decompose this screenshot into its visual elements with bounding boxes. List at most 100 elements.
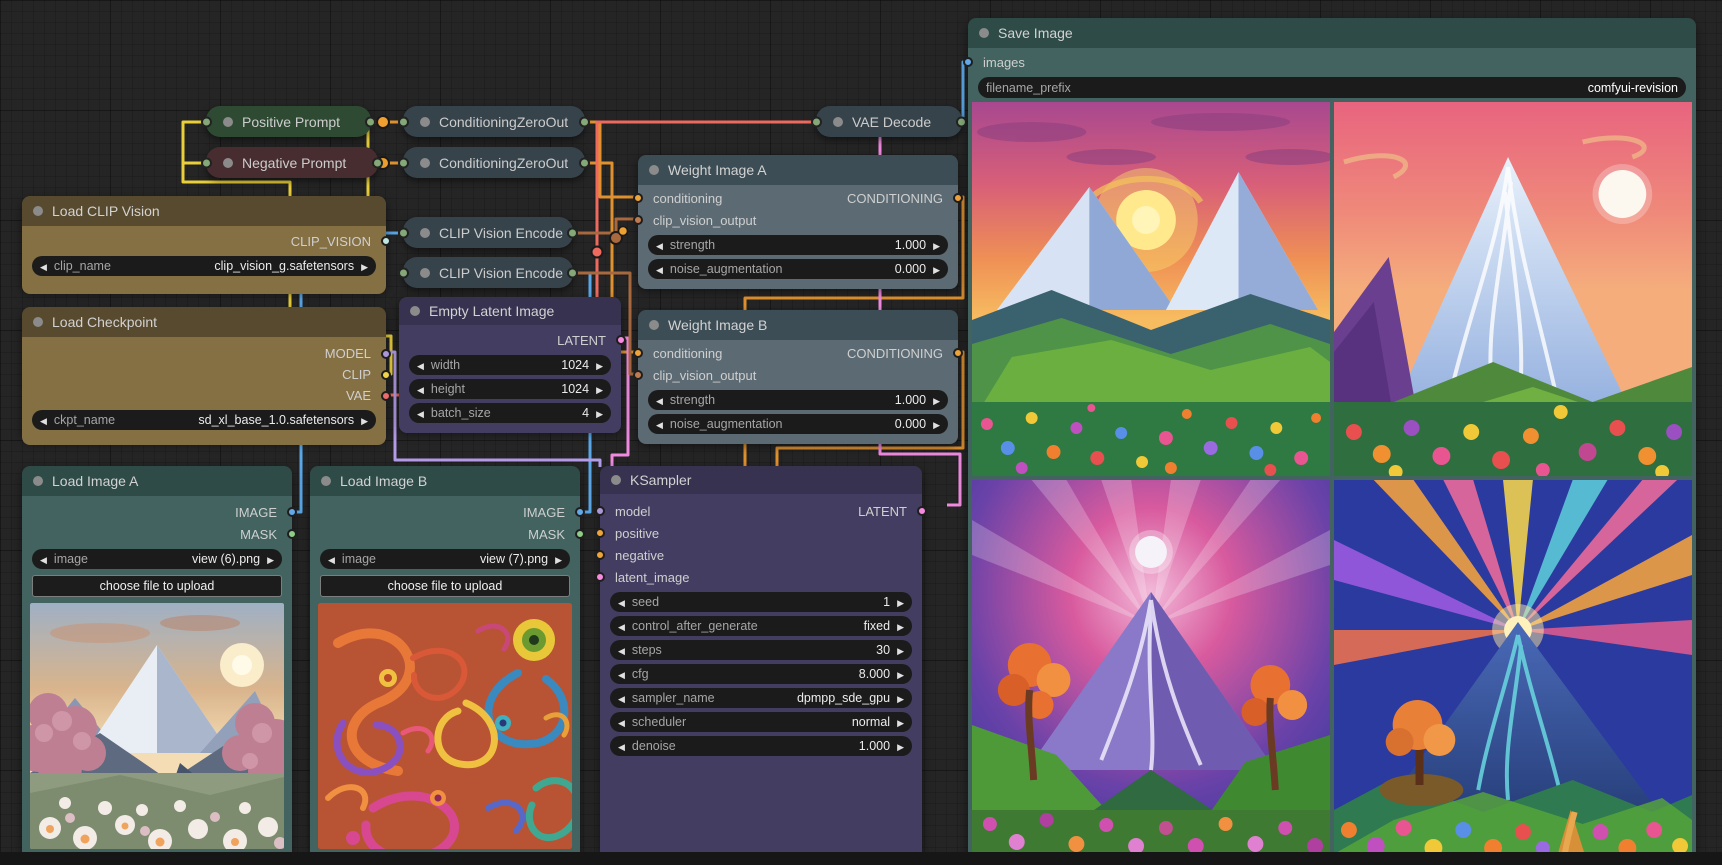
strength-stepper[interactable]: strength 1.000 bbox=[648, 390, 948, 410]
node-header[interactable]: Load CLIP Vision bbox=[22, 196, 386, 226]
node-negative-prompt[interactable]: Negative Prompt bbox=[206, 147, 378, 178]
collapse-dot[interactable] bbox=[649, 165, 659, 175]
node-clip-vision-encode-1[interactable]: CLIP Vision Encode bbox=[403, 217, 573, 248]
increment-arrow-icon[interactable] bbox=[933, 238, 940, 252]
node-positive-prompt[interactable]: Positive Prompt bbox=[206, 106, 371, 137]
increment-arrow-icon[interactable] bbox=[897, 643, 904, 657]
generated-image-3[interactable] bbox=[972, 480, 1330, 854]
increment-arrow-icon[interactable] bbox=[897, 595, 904, 609]
collapse-dot[interactable] bbox=[420, 117, 430, 127]
image-file-combo[interactable]: image view (7).png bbox=[320, 549, 570, 569]
width-stepper[interactable]: width 1024 bbox=[409, 355, 611, 375]
prev-arrow-icon[interactable] bbox=[328, 552, 335, 566]
conditioning-output-port[interactable] bbox=[953, 193, 963, 203]
collapse-dot[interactable] bbox=[321, 476, 331, 486]
prev-arrow-icon[interactable] bbox=[40, 259, 47, 273]
control-after-generate-combo[interactable]: control_after_generate fixed bbox=[610, 616, 912, 636]
conditioning-input-port[interactable] bbox=[633, 193, 643, 203]
node-load-image-b[interactable]: Load Image B IMAGE MASK image view (7).p… bbox=[310, 466, 580, 854]
generated-image-1[interactable] bbox=[972, 102, 1330, 476]
collapsed-input-dot[interactable] bbox=[398, 267, 409, 278]
collapse-dot[interactable] bbox=[420, 268, 430, 278]
decrement-arrow-icon[interactable] bbox=[417, 406, 424, 420]
node-empty-latent-image[interactable]: Empty Latent Image LATENT width 1024 hei… bbox=[399, 297, 621, 429]
prev-arrow-icon[interactable] bbox=[40, 552, 47, 566]
increment-arrow-icon[interactable] bbox=[897, 739, 904, 753]
node-vae-decode[interactable]: VAE Decode bbox=[816, 106, 962, 137]
collapse-dot[interactable] bbox=[33, 317, 43, 327]
generated-image-2[interactable] bbox=[1334, 102, 1692, 476]
decrement-arrow-icon[interactable] bbox=[656, 262, 663, 276]
decrement-arrow-icon[interactable] bbox=[618, 595, 625, 609]
increment-arrow-icon[interactable] bbox=[596, 382, 603, 396]
increment-arrow-icon[interactable] bbox=[596, 358, 603, 372]
collapse-dot[interactable] bbox=[420, 228, 430, 238]
clip-vision-output-port[interactable] bbox=[381, 236, 391, 246]
conditioning-output-port[interactable] bbox=[953, 348, 963, 358]
collapsed-output-dot[interactable] bbox=[579, 116, 590, 127]
node-weight-image-a[interactable]: Weight Image A conditioning CONDITIONING… bbox=[638, 155, 958, 287]
increment-arrow-icon[interactable] bbox=[897, 667, 904, 681]
node-header[interactable]: Weight Image A bbox=[638, 155, 958, 185]
image-output-port[interactable] bbox=[575, 507, 585, 517]
collapsed-output-dot[interactable] bbox=[956, 116, 967, 127]
sampler-name-combo[interactable]: sampler_name dpmpp_sde_gpu bbox=[610, 688, 912, 708]
scheduler-combo[interactable]: scheduler normal bbox=[610, 712, 912, 732]
collapsed-input-dot[interactable] bbox=[811, 116, 822, 127]
next-arrow-icon[interactable] bbox=[897, 619, 904, 633]
collapse-dot[interactable] bbox=[33, 206, 43, 216]
next-arrow-icon[interactable] bbox=[361, 413, 368, 427]
height-stepper[interactable]: height 1024 bbox=[409, 379, 611, 399]
clip-vision-output-input-port[interactable] bbox=[633, 370, 643, 380]
node-ksampler[interactable]: KSampler model LATENT positive negative … bbox=[600, 466, 922, 854]
collapsed-input-dot[interactable] bbox=[398, 227, 409, 238]
collapsed-input-dot[interactable] bbox=[201, 157, 212, 168]
vae-output-port[interactable] bbox=[381, 391, 391, 401]
prev-arrow-icon[interactable] bbox=[618, 619, 625, 633]
collapse-dot[interactable] bbox=[420, 158, 430, 168]
increment-arrow-icon[interactable] bbox=[933, 417, 940, 431]
mask-output-port[interactable] bbox=[575, 529, 585, 539]
collapsed-input-dot[interactable] bbox=[398, 116, 409, 127]
seed-stepper[interactable]: seed 1 bbox=[610, 592, 912, 612]
node-clip-vision-encode-2[interactable]: CLIP Vision Encode bbox=[403, 257, 573, 288]
decrement-arrow-icon[interactable] bbox=[618, 643, 625, 657]
node-header[interactable]: KSampler bbox=[600, 466, 922, 494]
mask-output-port[interactable] bbox=[287, 529, 297, 539]
collapsed-output-dot[interactable] bbox=[372, 157, 383, 168]
next-arrow-icon[interactable] bbox=[897, 691, 904, 705]
collapse-dot[interactable] bbox=[410, 306, 420, 316]
node-header[interactable]: Load Image A bbox=[22, 466, 292, 496]
collapsed-output-dot[interactable] bbox=[567, 267, 578, 278]
filename-prefix-field[interactable]: filename_prefix comfyui-revision bbox=[978, 77, 1686, 98]
increment-arrow-icon[interactable] bbox=[933, 262, 940, 276]
collapse-dot[interactable] bbox=[649, 320, 659, 330]
decrement-arrow-icon[interactable] bbox=[417, 358, 424, 372]
collapse-dot[interactable] bbox=[33, 476, 43, 486]
node-header[interactable]: Load Image B bbox=[310, 466, 580, 496]
node-load-clip-vision[interactable]: Load CLIP Vision CLIP_VISION clip_name c… bbox=[22, 196, 386, 290]
node-header[interactable]: Save Image bbox=[968, 18, 1696, 48]
conditioning-input-port[interactable] bbox=[633, 348, 643, 358]
noise-augmentation-stepper[interactable]: noise_augmentation 0.000 bbox=[648, 259, 948, 279]
decrement-arrow-icon[interactable] bbox=[656, 238, 663, 252]
next-arrow-icon[interactable] bbox=[897, 715, 904, 729]
collapsed-output-dot[interactable] bbox=[567, 227, 578, 238]
node-save-image[interactable]: Save Image images filename_prefix comfyu… bbox=[968, 18, 1696, 858]
collapsed-input-dot[interactable] bbox=[201, 116, 212, 127]
image-output-port[interactable] bbox=[287, 507, 297, 517]
latent-output-port[interactable] bbox=[917, 506, 927, 516]
decrement-arrow-icon[interactable] bbox=[618, 739, 625, 753]
choose-file-button[interactable]: choose file to upload bbox=[32, 575, 282, 597]
node-conditioning-zero-out-1[interactable]: ConditioningZeroOut bbox=[403, 106, 585, 137]
positive-input-port[interactable] bbox=[595, 528, 605, 538]
clip-output-port[interactable] bbox=[381, 370, 391, 380]
node-header[interactable]: Load Checkpoint bbox=[22, 307, 386, 337]
choose-file-button[interactable]: choose file to upload bbox=[320, 575, 570, 597]
increment-arrow-icon[interactable] bbox=[596, 406, 603, 420]
noise-augmentation-stepper[interactable]: noise_augmentation 0.000 bbox=[648, 414, 948, 434]
decrement-arrow-icon[interactable] bbox=[417, 382, 424, 396]
prev-arrow-icon[interactable] bbox=[40, 413, 47, 427]
collapsed-output-dot[interactable] bbox=[579, 157, 590, 168]
generated-image-4[interactable] bbox=[1334, 480, 1692, 854]
